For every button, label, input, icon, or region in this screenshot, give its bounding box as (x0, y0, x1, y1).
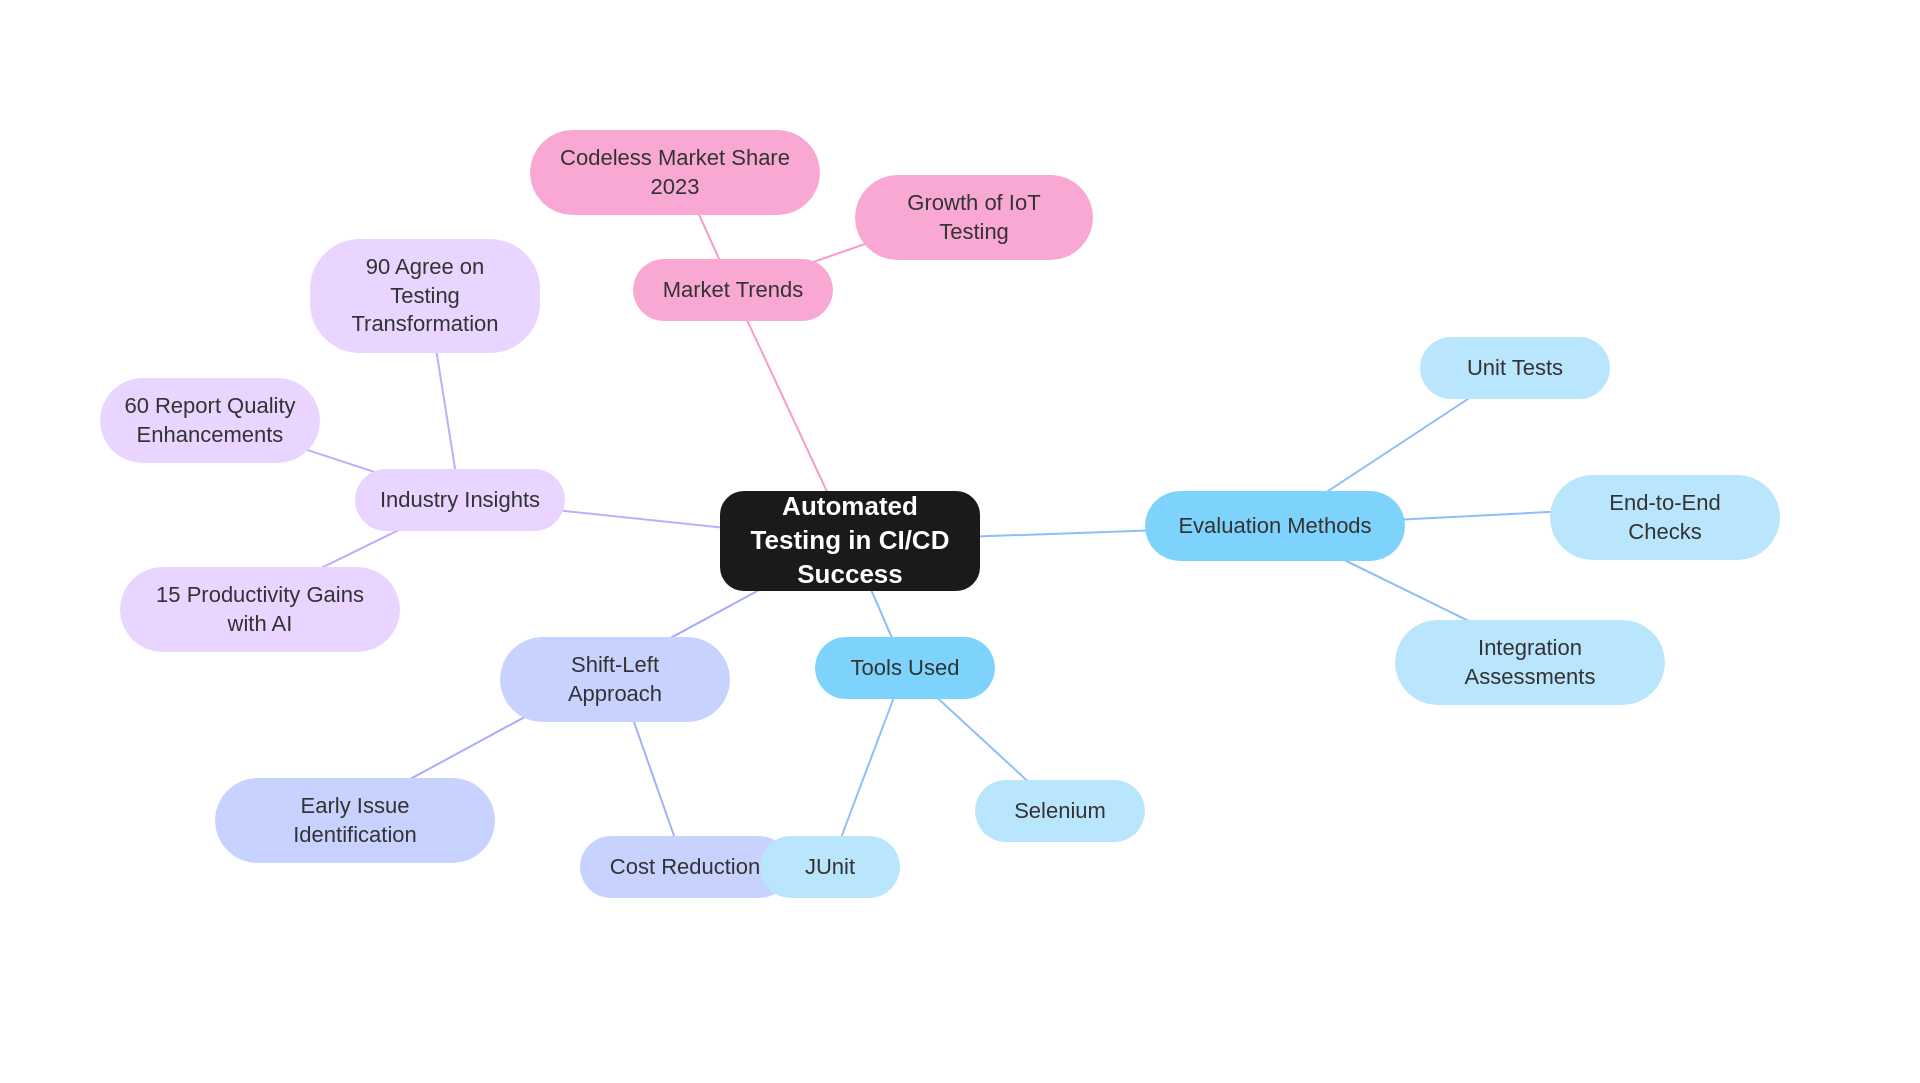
early-issue-node: Early Issue Identification (215, 778, 495, 863)
center-node: Automated Testing in CI/CD Success (720, 491, 980, 591)
shift-left-node: Shift-Left Approach (500, 637, 730, 722)
market-trends-node: Market Trends (633, 259, 833, 321)
productivity-gains-node: 15 Productivity Gains with AI (120, 567, 400, 652)
industry-insights-node: Industry Insights (355, 469, 565, 531)
unit-tests-node: Unit Tests (1420, 337, 1610, 399)
growth-iot-node: Growth of IoT Testing (855, 175, 1093, 260)
integration-assessments-node: Integration Assessments (1395, 620, 1665, 705)
tools-used-node: Tools Used (815, 637, 995, 699)
end-to-end-node: End-to-End Checks (1550, 475, 1780, 560)
mindmap-container: Automated Testing in CI/CD Success Marke… (0, 0, 1920, 1083)
junit-node: JUnit (760, 836, 900, 898)
selenium-node: Selenium (975, 780, 1145, 842)
report-quality-node: 60 Report Quality Enhancements (100, 378, 320, 463)
agree-transformation-node: 90 Agree on Testing Transformation (310, 239, 540, 353)
cost-reduction-node: Cost Reduction (580, 836, 790, 898)
evaluation-methods-node: Evaluation Methods (1145, 491, 1405, 561)
codeless-market-node: Codeless Market Share 2023 (530, 130, 820, 215)
